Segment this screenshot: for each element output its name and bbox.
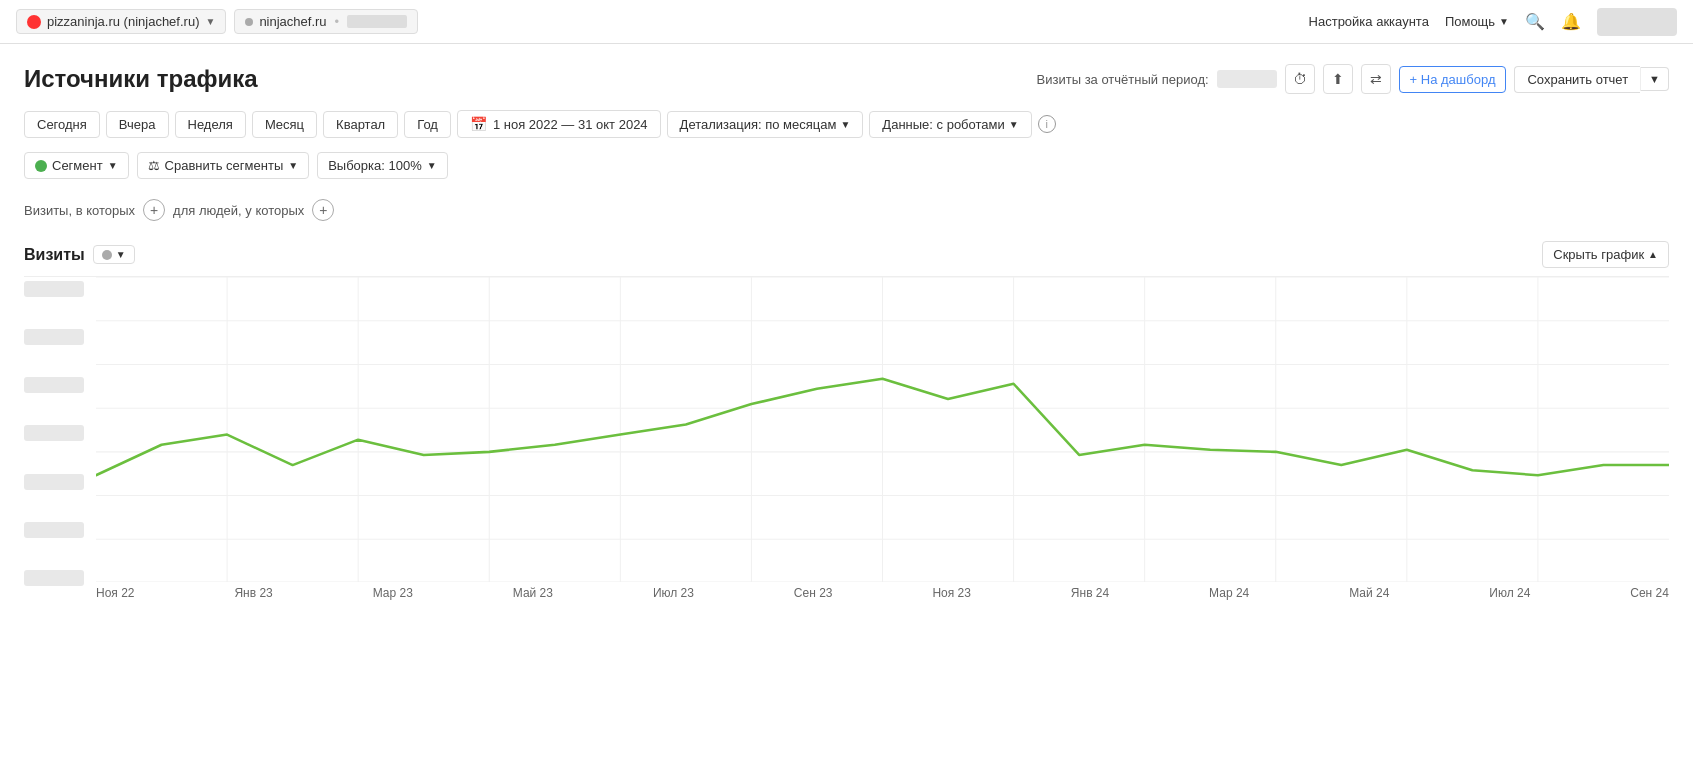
hide-chart-label: Скрыть график [1553,247,1644,262]
detail-chevron-icon: ▼ [840,119,850,130]
filter-yesterday[interactable]: Вчера [106,111,169,138]
filter-month[interactable]: Месяц [252,111,317,138]
chart-header: Визиты ▼ Скрыть график ▲ [24,241,1669,268]
filter-bar: Сегодня Вчера Неделя Месяц Квартал Год 📅… [24,110,1669,138]
nav-right: Настройка аккаунта Помощь ▼ 🔍 🔔 [1309,8,1677,36]
data-type-label: Данные: с роботами [882,117,1004,132]
bell-icon[interactable]: 🔔 [1561,12,1581,32]
filter-quarter[interactable]: Квартал [323,111,398,138]
current-site-tab[interactable]: ninjachef.ru • [234,9,418,34]
filter-year[interactable]: Год [404,111,451,138]
condition-visits-text: Визиты, в которых [24,203,135,218]
chart-y-axis [24,277,96,606]
user-avatar[interactable] [1597,8,1677,36]
compare-segments-button[interactable]: ⚖ Сравнить сегменты ▼ [137,152,310,179]
help-chevron-icon: ▼ [1499,16,1509,27]
y-label-3 [24,377,84,393]
site-divider: • [335,14,340,29]
top-nav: pizzaninja.ru (ninjachef.ru) ▼ ninjachef… [0,0,1693,44]
data-type-button[interactable]: Данные: с роботами ▼ [869,111,1031,138]
save-report-button[interactable]: Сохранить отчет [1514,66,1640,93]
site-label: ninjachef.ru [259,14,326,29]
add-people-condition-button[interactable]: + [312,199,334,221]
segment-circle-icon [35,160,47,172]
chart-title: Визиты [24,246,85,264]
sample-chevron-icon: ▼ [427,160,437,171]
save-report-dropdown-button[interactable]: ▼ [1640,67,1669,91]
segment-label: Сегмент [52,158,103,173]
x-label-3: Май 23 [513,586,553,600]
date-range-button[interactable]: 📅 1 ноя 2022 — 31 окт 2024 [457,110,661,138]
info-icon[interactable]: i [1038,115,1056,133]
x-label-0: Ноя 22 [96,586,135,600]
segment-button[interactable]: Сегмент ▼ [24,152,129,179]
sample-button[interactable]: Выборка: 100% ▼ [317,152,448,179]
x-label-2: Мар 23 [373,586,413,600]
hide-chart-chevron-icon: ▲ [1648,249,1658,260]
history-button[interactable]: ⏱ [1285,64,1315,94]
segment-chevron-icon: ▼ [108,160,118,171]
condition-people-text: для людей, у которых [173,203,304,218]
logo-dot [27,15,41,29]
detail-label: Детализация: по месяцам [680,117,837,132]
y-label-5 [24,474,84,490]
x-label-8: Мар 24 [1209,586,1249,600]
settings-link[interactable]: Настройка аккаунта [1309,14,1429,29]
page-header: Источники трафика Визиты за отчётный пер… [24,64,1669,94]
x-label-11: Сен 24 [1630,586,1669,600]
x-label-7: Янв 24 [1071,586,1109,600]
add-dashboard-button[interactable]: + На дашборд [1399,66,1507,93]
data-chevron-icon: ▼ [1009,119,1019,130]
y-label-6 [24,522,84,538]
y-label-4 [24,425,84,441]
chart-container: Ноя 22 Янв 23 Мар 23 Май 23 Июл 23 Сен 2… [24,276,1669,606]
filter-week[interactable]: Неделя [175,111,246,138]
export-button[interactable]: ⬆ [1323,64,1353,94]
sample-label: Выборка: 100% [328,158,422,173]
segment-bar: Сегмент ▼ ⚖ Сравнить сегменты ▼ Выборка:… [24,152,1669,179]
header-actions: Визиты за отчётный период: ⏱ ⬆ ⇄ + На да… [1037,64,1669,94]
logo-label: pizzaninja.ru (ninjachef.ru) [47,14,199,29]
hide-chart-button[interactable]: Скрыть график ▲ [1542,241,1669,268]
chart-metric-selector[interactable]: ▼ [93,245,135,264]
visits-value [1217,70,1277,88]
calendar-icon: 📅 [470,116,487,132]
save-report-group: Сохранить отчет ▼ [1514,66,1669,93]
site-dot [245,18,253,26]
filter-today[interactable]: Сегодня [24,111,100,138]
compare-icon: ⚖ [148,158,160,173]
x-label-5: Сен 23 [794,586,833,600]
x-label-6: Ноя 23 [932,586,971,600]
chart-selector-chevron-icon: ▼ [116,249,126,260]
chart-x-axis: Ноя 22 Янв 23 Мар 23 Май 23 Июл 23 Сен 2… [96,582,1669,606]
logo-chevron-icon: ▼ [205,16,215,27]
y-label-2 [24,329,84,345]
site-blurred [347,15,407,28]
visits-label: Визиты за отчётный период: [1037,72,1209,87]
compare-button[interactable]: ⇄ [1361,64,1391,94]
y-label-1 [24,281,84,297]
main-content: Источники трафика Визиты за отчётный пер… [0,44,1693,626]
help-link[interactable]: Помощь ▼ [1445,14,1509,29]
y-label-7 [24,570,84,586]
x-label-9: Май 24 [1349,586,1389,600]
chart-title-area: Визиты ▼ [24,245,135,264]
chart-svg [96,277,1669,582]
condition-row: Визиты, в которых + для людей, у которых… [24,199,1669,221]
add-visits-condition-button[interactable]: + [143,199,165,221]
x-label-4: Июл 23 [653,586,694,600]
chart-metric-dot [102,250,112,260]
logo-tab[interactable]: pizzaninja.ru (ninjachef.ru) ▼ [16,9,226,34]
x-label-1: Янв 23 [234,586,272,600]
compare-label: Сравнить сегменты [165,158,284,173]
compare-chevron-icon: ▼ [288,160,298,171]
date-range-label: 1 ноя 2022 — 31 окт 2024 [493,117,648,132]
detail-button[interactable]: Детализация: по месяцам ▼ [667,111,864,138]
search-icon[interactable]: 🔍 [1525,12,1545,32]
chart-plot [96,277,1669,582]
x-label-10: Июл 24 [1489,586,1530,600]
page-title: Источники трафика [24,65,258,93]
